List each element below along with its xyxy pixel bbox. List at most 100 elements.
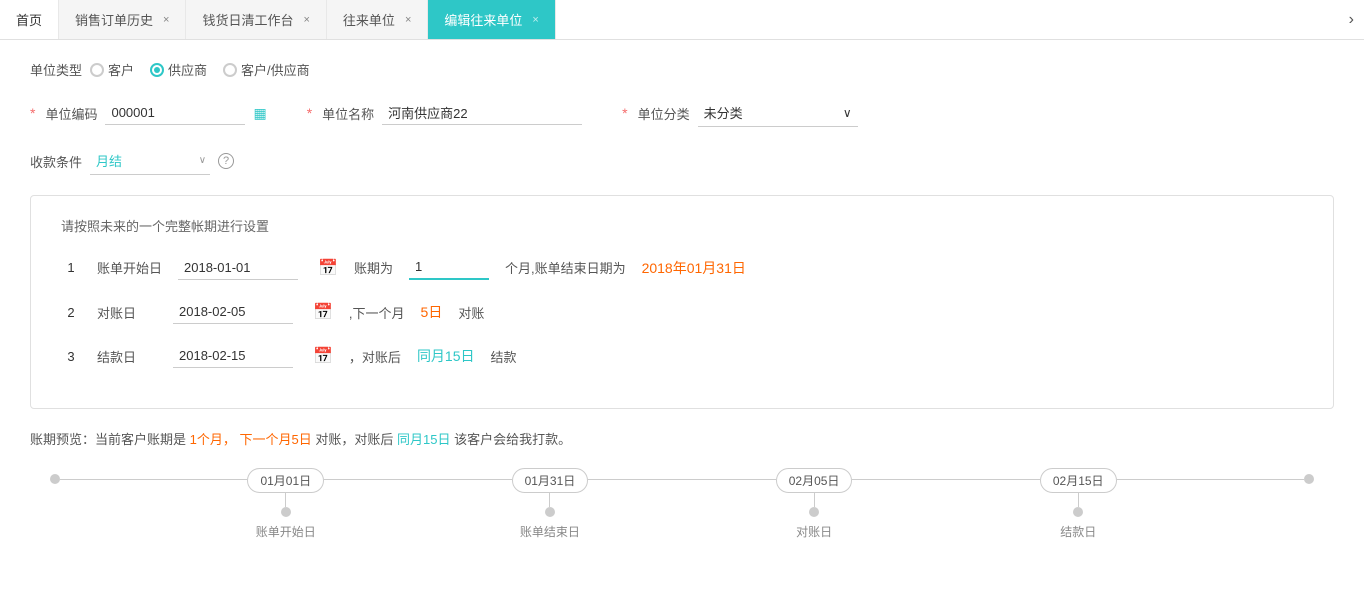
period-payment-day-highlight: 同月15日: [417, 346, 475, 366]
period-payment-input[interactable]: [173, 344, 293, 368]
timeline-vert-2: [549, 493, 550, 507]
radio-customer-circle: [90, 63, 104, 77]
unit-code-label: 单位编码: [45, 104, 97, 123]
preview-period: 1个月，: [190, 432, 236, 447]
payment-row: 收款条件 月结 ∨ ?: [30, 147, 1334, 175]
period-start-input[interactable]: [178, 256, 298, 280]
main-content: 单位类型 客户 供应商 客户/供应商 * 单位编码: [0, 40, 1364, 608]
period-row-2-num: 2: [61, 305, 81, 320]
preview-section: 账期预览：当前客户账期是 1个月， 下一个月5日 对账，对账后 同月15日 该客…: [30, 429, 1334, 448]
timeline-dot-4: [1073, 507, 1083, 517]
timeline-vert-1: [285, 493, 286, 507]
period-period-for-label: 账期为: [354, 258, 393, 277]
unit-classify-label: 单位分类: [638, 104, 690, 123]
period-start-label: 账单开始日: [97, 258, 162, 277]
unit-type-row: 单位类型 客户 供应商 客户/供应商: [30, 60, 1334, 79]
unit-code-input[interactable]: [105, 101, 245, 125]
tab-home-label: 首页: [16, 10, 42, 29]
period-reconcile-input[interactable]: [173, 300, 293, 324]
timeline-end-dot-wrap: [1304, 474, 1314, 484]
timeline-line-2: [324, 479, 511, 480]
tab-partner-close[interactable]: ×: [405, 14, 411, 26]
unit-name-group: * 单位名称: [307, 101, 582, 125]
period-end-date-highlight: 2018年01月31日: [642, 258, 746, 278]
period-payment-suffix: 结款: [491, 347, 517, 366]
radio-supplier-label: 供应商: [168, 60, 207, 79]
unit-info-row: * 单位编码 ▦ * 单位名称 * 单位分类 未分类 ∨: [30, 99, 1334, 127]
tab-more-button[interactable]: ›: [1339, 0, 1364, 39]
payment-group: 收款条件 月结 ∨ ?: [30, 147, 234, 175]
tab-home[interactable]: 首页: [0, 0, 59, 39]
tab-edit-partner[interactable]: 编辑往来单位 ×: [428, 0, 555, 39]
unit-type-radios: 客户 供应商 客户/供应商: [90, 60, 310, 79]
unit-name-star: *: [307, 105, 312, 121]
radio-customer[interactable]: 客户: [90, 60, 134, 79]
unit-type-label: 单位类型: [30, 60, 82, 79]
unit-name-input[interactable]: [382, 101, 582, 125]
timeline-dot-2: [545, 507, 555, 517]
payment-chevron-icon: ∨: [199, 155, 206, 166]
timeline-end-dot: [1304, 474, 1314, 484]
help-icon[interactable]: ?: [218, 153, 234, 169]
timeline-badge-2: 01月31日: [512, 468, 589, 493]
preview-payment-day: 同月15日: [397, 432, 450, 447]
timeline-line-3: [588, 479, 775, 480]
period-payment-prefix: ，对账后: [349, 347, 401, 366]
tab-cash-label: 钱货日清工作台: [202, 10, 293, 29]
preview-reconcile-day: 下一个月5日: [240, 432, 312, 447]
timeline-label-4: 结款日: [1060, 523, 1096, 540]
period-start-calendar-icon[interactable]: 📅: [318, 258, 338, 278]
tab-sales-order-history[interactable]: 销售订单历史 ×: [59, 0, 186, 39]
timeline-start-end: [50, 474, 60, 484]
unit-name-label: 单位名称: [322, 104, 374, 123]
tab-edit-label: 编辑往来单位: [444, 10, 522, 29]
unit-classify-select[interactable]: 未分类 ∨: [698, 99, 858, 127]
period-title: 请按照未来的一个完整帐期进行设置: [61, 216, 1303, 235]
timeline-badge-3: 02月05日: [776, 468, 853, 493]
timeline-line-1: [60, 479, 247, 480]
timeline-label-3: 对账日: [796, 523, 832, 540]
payment-label: 收款条件: [30, 152, 82, 171]
period-reconcile-suffix: 对账: [458, 303, 484, 322]
tab-cash-work[interactable]: 钱货日清工作台 ×: [186, 0, 326, 39]
tab-sales-label: 销售订单历史: [75, 10, 153, 29]
radio-both-label: 客户/供应商: [241, 60, 310, 79]
period-payment-calendar-icon[interactable]: 📅: [313, 346, 333, 366]
period-reconcile-prefix: ,下一个月: [349, 303, 405, 322]
timeline-line-5: [1117, 479, 1304, 480]
classify-chevron-icon: ∨: [843, 106, 852, 120]
unit-code-star: *: [30, 105, 35, 121]
preview-mid: 对账，对账后: [315, 432, 393, 447]
radio-supplier[interactable]: 供应商: [150, 60, 207, 79]
timeline-node-1: 01月01日 账单开始日: [247, 468, 324, 540]
unit-classify-star: *: [622, 105, 627, 121]
radio-both[interactable]: 客户/供应商: [223, 60, 310, 79]
period-num-input[interactable]: [409, 255, 489, 280]
payment-select[interactable]: 月结 ∨: [90, 147, 210, 175]
tab-edit-close[interactable]: ×: [532, 14, 538, 26]
period-reconcile-calendar-icon[interactable]: 📅: [313, 302, 333, 322]
tab-partner-units[interactable]: 往来单位 ×: [327, 0, 428, 39]
tab-sales-close[interactable]: ×: [163, 14, 169, 26]
period-row-1: 1 账单开始日 📅 账期为 个月,账单结束日期为 2018年01月31日: [61, 255, 1303, 280]
tab-partner-label: 往来单位: [343, 10, 395, 29]
period-reconcile-label: 对账日: [97, 303, 157, 322]
tab-cash-close[interactable]: ×: [303, 14, 309, 26]
period-row-1-num: 1: [61, 260, 81, 275]
preview-tail: 该客户会给我打款。: [454, 432, 571, 447]
unit-classify-value: 未分类: [704, 103, 837, 122]
unit-classify-group: * 单位分类 未分类 ∨: [622, 99, 857, 127]
timeline-vert-4: [1078, 493, 1079, 507]
period-settings-box: 请按照未来的一个完整帐期进行设置 1 账单开始日 📅 账期为 个月,账单结束日期…: [30, 195, 1334, 409]
period-payment-label: 结款日: [97, 347, 157, 366]
timeline-line-4: [852, 479, 1039, 480]
timeline-label-2: 账单结束日: [520, 523, 580, 540]
period-row-2: 2 对账日 📅 ,下一个月 5日 对账: [61, 300, 1303, 324]
tabs-bar: 首页 销售订单历史 × 钱货日清工作台 × 往来单位 × 编辑往来单位 × ›: [0, 0, 1364, 40]
period-month-text: 个月,账单结束日期为: [505, 258, 626, 277]
timeline-badge-4: 02月15日: [1040, 468, 1117, 493]
period-row-3-num: 3: [61, 349, 81, 364]
timeline-node-4: 02月15日 结款日: [1040, 468, 1117, 540]
copy-icon[interactable]: ▦: [253, 105, 266, 122]
radio-supplier-circle: [150, 63, 164, 77]
